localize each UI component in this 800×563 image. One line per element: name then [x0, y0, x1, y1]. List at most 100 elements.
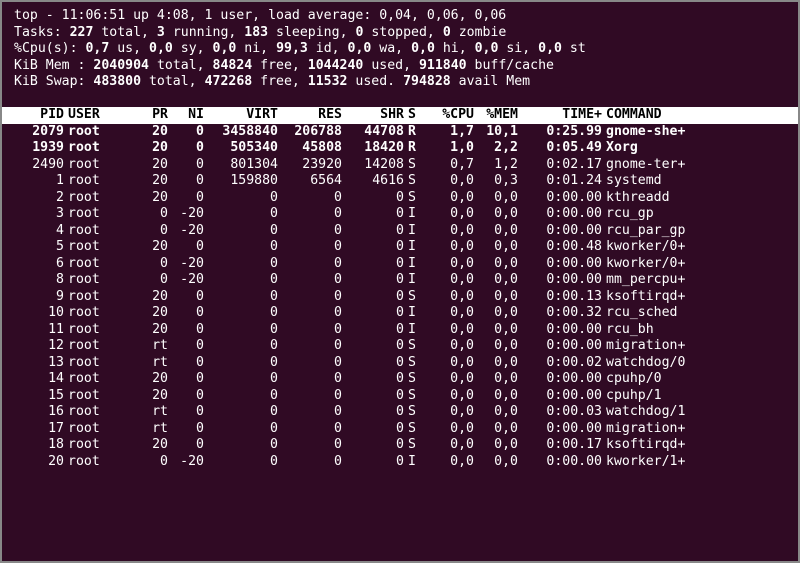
cell-pr: rt — [116, 421, 168, 438]
process-row[interactable]: 10root200000I0,00,00:00.32rcu_sched — [14, 305, 786, 322]
cell-pid: 10 — [14, 305, 64, 322]
col-ni[interactable]: NI — [168, 107, 204, 124]
cpu-id-label: id, — [316, 41, 348, 56]
cell-cpu: 1,0 — [426, 140, 474, 157]
process-row[interactable]: 20root0-20000I0,00,00:00.00kworker/1+ — [14, 454, 786, 471]
cell-shr: 0 — [342, 371, 404, 388]
cell-pr: 20 — [116, 305, 168, 322]
cell-virt: 0 — [204, 371, 278, 388]
cpu-label: %Cpu(s): — [14, 41, 85, 56]
cell-cpu: 0,0 — [426, 305, 474, 322]
cell-time: 0:00.00 — [518, 371, 602, 388]
cell-user: root — [64, 173, 116, 190]
col-cpu[interactable]: %CPU — [426, 107, 474, 124]
cell-pr: rt — [116, 404, 168, 421]
cell-s: S — [404, 190, 426, 207]
cell-user: root — [64, 371, 116, 388]
cell-shr: 44708 — [342, 124, 404, 141]
cell-cmd: systemd — [602, 173, 786, 190]
cell-time: 0:00.17 — [518, 437, 602, 454]
tasks-label: Tasks: — [14, 25, 70, 40]
cell-pid: 11 — [14, 322, 64, 339]
top-summary-swap: KiB Swap: 483800 total, 472268 free, 115… — [2, 74, 798, 91]
cell-pid: 14 — [14, 371, 64, 388]
cell-cpu: 0,0 — [426, 404, 474, 421]
process-row[interactable]: 12rootrt0000S0,00,00:00.00migration+ — [14, 338, 786, 355]
process-row[interactable]: 1root20015988065644616S0,00,30:01.24syst… — [14, 173, 786, 190]
cell-ni: -20 — [168, 223, 204, 240]
cell-mem: 0,0 — [474, 421, 518, 438]
col-mem[interactable]: %MEM — [474, 107, 518, 124]
cell-virt: 159880 — [204, 173, 278, 190]
cell-res: 0 — [278, 421, 342, 438]
cell-virt: 801304 — [204, 157, 278, 174]
process-row[interactable]: 3root0-20000I0,00,00:00.00rcu_gp — [14, 206, 786, 223]
cell-mem: 0,0 — [474, 256, 518, 273]
process-row[interactable]: 9root200000S0,00,00:00.13ksoftirqd+ — [14, 289, 786, 306]
process-row[interactable]: 5root200000I0,00,00:00.48kworker/0+ — [14, 239, 786, 256]
process-row[interactable]: 16rootrt0000S0,00,00:00.03watchdog/1 — [14, 404, 786, 421]
cell-s: S — [404, 421, 426, 438]
cell-pr: 20 — [116, 190, 168, 207]
cell-cpu: 0,0 — [426, 355, 474, 372]
cell-s: S — [404, 404, 426, 421]
cell-cpu: 0,0 — [426, 437, 474, 454]
cell-time: 0:00.00 — [518, 388, 602, 405]
process-row[interactable]: 4root0-20000I0,00,00:00.00rcu_par_gp — [14, 223, 786, 240]
col-pid[interactable]: PID — [14, 107, 64, 124]
cell-user: root — [64, 305, 116, 322]
col-time[interactable]: TIME+ — [518, 107, 602, 124]
cell-mem: 0,0 — [474, 223, 518, 240]
process-row[interactable]: 2079root200345884020678844708R1,710,10:2… — [14, 124, 786, 141]
cell-res: 0 — [278, 289, 342, 306]
cpu-wa: 0,0 — [348, 41, 380, 56]
top-summary-mem: KiB Mem : 2040904 total, 84824 free, 104… — [2, 58, 798, 75]
cell-user: root — [64, 190, 116, 207]
col-cmd[interactable]: COMMAND — [602, 107, 786, 124]
process-row[interactable]: 8root0-20000I0,00,00:00.00mm_percpu+ — [14, 272, 786, 289]
process-row[interactable]: 6root0-20000I0,00,00:00.00kworker/0+ — [14, 256, 786, 273]
col-s[interactable]: S — [404, 107, 426, 124]
process-row[interactable]: 2root200000S0,00,00:00.00kthreadd — [14, 190, 786, 207]
cell-cpu: 0,0 — [426, 371, 474, 388]
process-row[interactable]: 17rootrt0000S0,00,00:00.00migration+ — [14, 421, 786, 438]
cell-cmd: watchdog/0 — [602, 355, 786, 372]
cell-virt: 505340 — [204, 140, 278, 157]
process-row[interactable]: 11root200000I0,00,00:00.00rcu_bh — [14, 322, 786, 339]
process-row[interactable]: 14root200000S0,00,00:00.00cpuhp/0 — [14, 371, 786, 388]
col-user[interactable]: USER — [64, 107, 116, 124]
cell-user: root — [64, 454, 116, 471]
process-row[interactable]: 1939root2005053404580818420R1,02,20:05.4… — [14, 140, 786, 157]
cpu-sy-label: sy, — [181, 41, 213, 56]
cell-time: 0:00.00 — [518, 256, 602, 273]
cell-pid: 12 — [14, 338, 64, 355]
process-row[interactable]: 18root200000S0,00,00:00.17ksoftirqd+ — [14, 437, 786, 454]
cell-pr: 20 — [116, 289, 168, 306]
cell-mem: 0,0 — [474, 338, 518, 355]
process-row[interactable]: 2490root2008013042392014208S0,71,20:02.1… — [14, 157, 786, 174]
swap-avail-label: avail Mem — [459, 74, 530, 89]
cpu-sy: 0,0 — [149, 41, 181, 56]
cell-time: 0:00.32 — [518, 305, 602, 322]
cell-ni: 0 — [168, 355, 204, 372]
process-row[interactable]: 15root200000S0,00,00:00.00cpuhp/1 — [14, 388, 786, 405]
cell-mem: 0,3 — [474, 173, 518, 190]
cell-cpu: 0,7 — [426, 157, 474, 174]
cell-shr: 0 — [342, 223, 404, 240]
process-row[interactable]: 13rootrt0000S0,00,00:00.02watchdog/0 — [14, 355, 786, 372]
col-shr[interactable]: SHR — [342, 107, 404, 124]
mem-buff-label: buff/cache — [475, 58, 554, 73]
mem-buff: 911840 — [419, 58, 475, 73]
col-res[interactable]: RES — [278, 107, 342, 124]
cell-ni: 0 — [168, 305, 204, 322]
cell-res: 206788 — [278, 124, 342, 141]
cell-pid: 1939 — [14, 140, 64, 157]
cell-user: root — [64, 223, 116, 240]
cell-cmd: gnome-ter+ — [602, 157, 786, 174]
cell-user: root — [64, 239, 116, 256]
swap-free-label: free, — [260, 74, 308, 89]
cell-pid: 8 — [14, 272, 64, 289]
tasks-sleeping: 183 — [244, 25, 276, 40]
col-virt[interactable]: VIRT — [204, 107, 278, 124]
col-pr[interactable]: PR — [116, 107, 168, 124]
